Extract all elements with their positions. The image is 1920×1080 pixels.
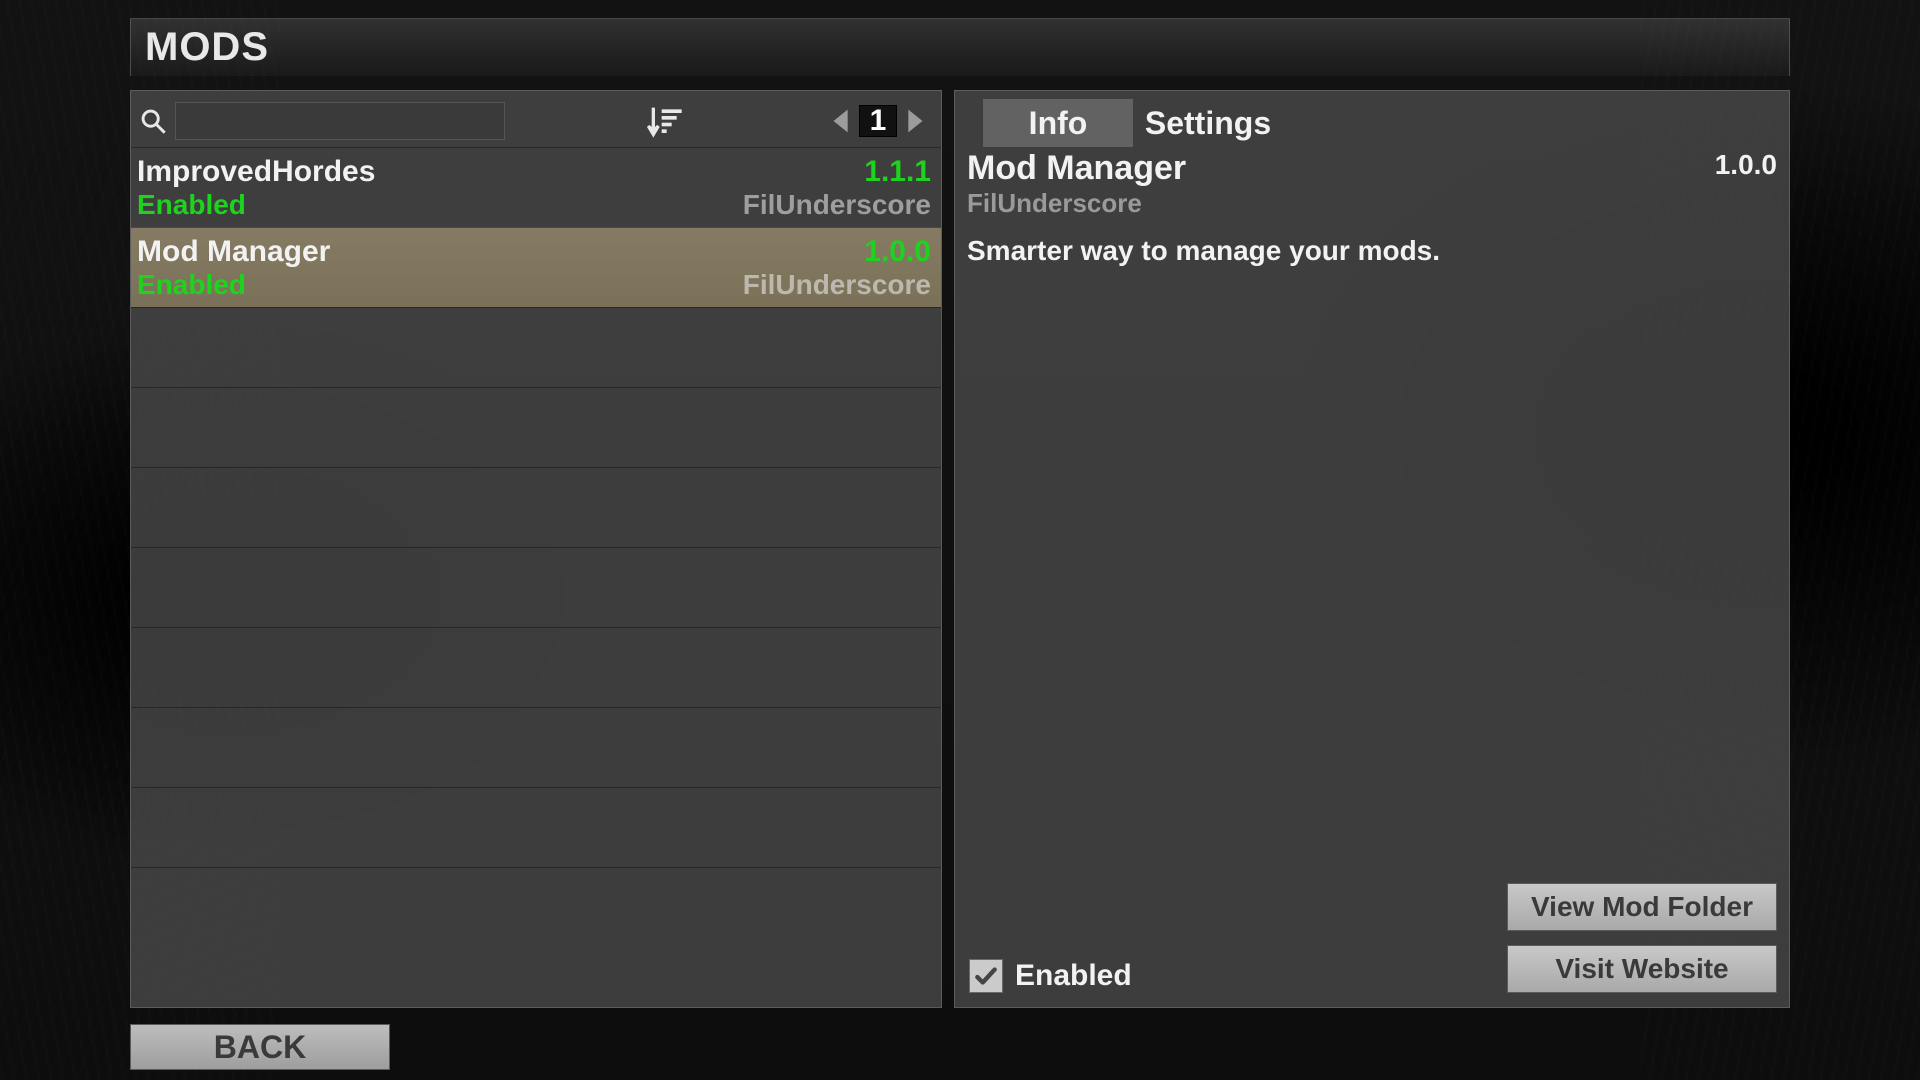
mod-row-empty — [131, 307, 941, 387]
tab-settings[interactable]: Settings — [1133, 99, 1283, 147]
detail-mod-description: Smarter way to manage your mods. — [967, 235, 1777, 267]
view-mod-folder-button[interactable]: View Mod Folder — [1507, 883, 1777, 931]
page-title: MODS — [130, 18, 1790, 76]
back-button[interactable]: BACK — [130, 1024, 390, 1070]
detail-tabs: InfoSettings — [955, 91, 1789, 147]
mod-version: 1.0.0 — [864, 235, 931, 269]
enabled-toggle[interactable]: Enabled — [969, 959, 1493, 993]
visit-website-button[interactable]: Visit Website — [1507, 945, 1777, 993]
panels: 1 ImprovedHordes1.1.1EnabledFilUnderscor… — [130, 90, 1790, 1008]
mod-row-empty — [131, 627, 941, 707]
mod-status: Enabled — [137, 269, 743, 301]
page-next-icon[interactable] — [897, 104, 931, 138]
mod-row-empty — [131, 707, 941, 787]
mod-author: FilUnderscore — [743, 269, 931, 301]
sort-icon[interactable] — [645, 101, 685, 141]
detail-mod-name: Mod Manager — [967, 149, 1715, 188]
detail-footer: Enabled View Mod Folder Visit Website — [955, 873, 1789, 1007]
detail-mod-version: 1.0.0 — [1715, 149, 1777, 188]
mod-list: ImprovedHordes1.1.1EnabledFilUnderscoreM… — [131, 147, 941, 1007]
mod-row[interactable]: ImprovedHordes 1.1.1 EnabledFilUnderscore — [131, 147, 941, 227]
enabled-label: Enabled — [1015, 959, 1132, 993]
mod-row-empty — [131, 867, 941, 947]
mod-version: 1.1.1 — [864, 155, 931, 189]
mods-screen: MODS — [0, 0, 1920, 1080]
detail-header: Mod Manager 1.0.0 FilUnderscore Smarter … — [955, 147, 1789, 267]
page-number: 1 — [859, 105, 897, 137]
search-wrap — [139, 102, 505, 140]
mod-row[interactable]: Mod Manager 1.0.0 EnabledFilUnderscore — [131, 227, 941, 307]
search-input[interactable] — [175, 102, 505, 140]
mod-row-empty — [131, 387, 941, 467]
checkmark-icon — [969, 959, 1003, 993]
page-prev-icon[interactable] — [825, 104, 859, 138]
mod-name: Mod Manager — [137, 235, 743, 269]
search-icon — [139, 107, 167, 135]
detail-mod-author: FilUnderscore — [967, 188, 1777, 219]
mod-status: Enabled — [137, 189, 743, 221]
mod-row-empty — [131, 547, 941, 627]
mod-detail-panel: InfoSettings Mod Manager 1.0.0 FilUnders… — [954, 90, 1790, 1008]
tab-info[interactable]: Info — [983, 99, 1133, 147]
mod-author: FilUnderscore — [743, 189, 931, 221]
mod-name: ImprovedHordes — [137, 155, 743, 189]
pager: 1 — [825, 104, 931, 138]
mod-list-panel: 1 ImprovedHordes1.1.1EnabledFilUnderscor… — [130, 90, 942, 1008]
mod-list-toolbar: 1 — [131, 91, 941, 147]
mod-row-empty — [131, 787, 941, 867]
mod-row-empty — [131, 467, 941, 547]
